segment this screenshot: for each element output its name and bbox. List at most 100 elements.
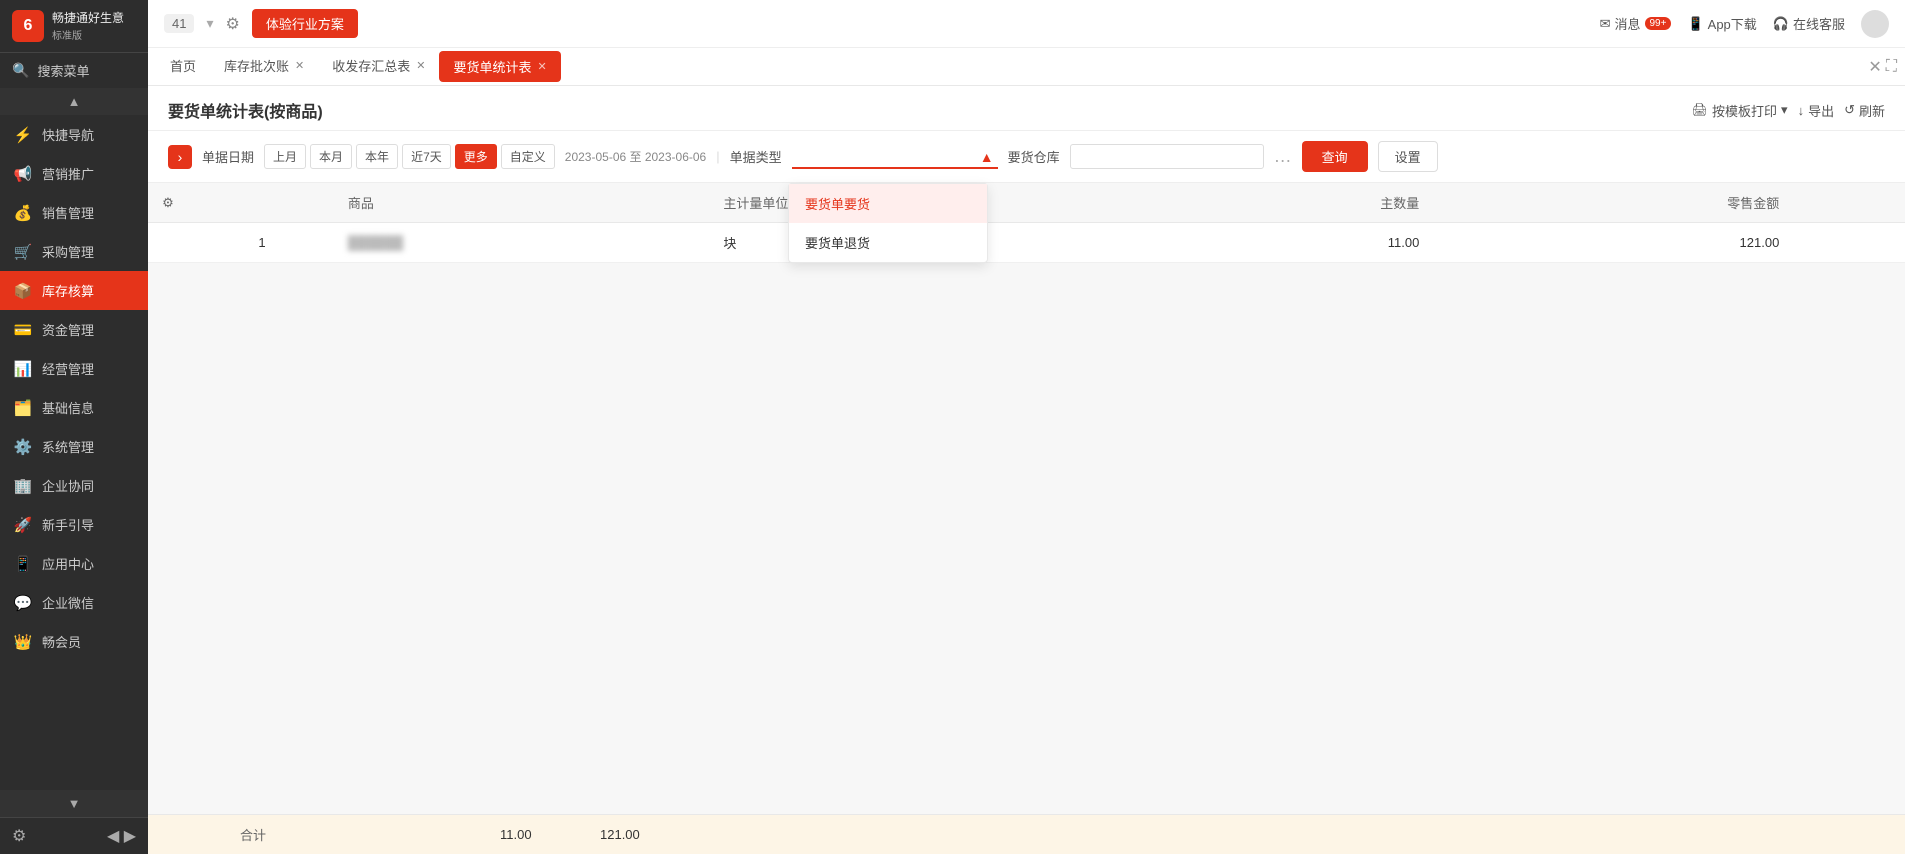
sidebar-item-label: 资金管理	[42, 320, 94, 339]
sidebar-item-purchase[interactable]: 🛒采购管理	[0, 232, 148, 271]
type-filter-input[interactable]	[792, 144, 998, 169]
date-btn-2[interactable]: 本年	[356, 144, 398, 169]
app-download-btn[interactable]: 📱 App下载	[1687, 14, 1756, 33]
sidebar-basic-info-icon: 🗂️	[12, 399, 34, 417]
warehouse-filter-input[interactable]	[1070, 144, 1264, 169]
row-amount: 121.00	[1431, 223, 1791, 263]
row-index: 1	[188, 223, 336, 263]
brand-edition: 标准版	[52, 27, 124, 42]
sidebar-search[interactable]: 🔍 搜索菜单	[0, 53, 148, 88]
col-amount: 零售金额	[1431, 183, 1791, 223]
sidebar-item-label: 畅会员	[42, 632, 81, 651]
tab-close-icon[interactable]: ✕	[416, 59, 425, 72]
sidebar-operations-icon: 📊	[12, 360, 34, 378]
table-header-row: ⚙ 商品 主计量单位 主数量 零售金额	[148, 183, 1905, 223]
date-more-btn[interactable]: 更多	[455, 144, 497, 169]
sidebar-item-label: 经营管理	[42, 359, 94, 378]
tab-inventory-batch[interactable]: 库存批次账✕	[210, 50, 318, 83]
app-download-icon: 📱	[1687, 16, 1703, 32]
tab-close-icon[interactable]: ✕	[538, 60, 547, 73]
tab-home[interactable]: 首页	[156, 50, 210, 83]
settings-icon[interactable]: ⚙	[12, 826, 26, 846]
type-filter-chevron[interactable]: ▲	[980, 149, 994, 165]
refresh-btn[interactable]: ↺ 刷新	[1844, 101, 1885, 120]
query-button[interactable]: 查询	[1302, 141, 1368, 172]
sidebar-member-icon: 👑	[12, 633, 34, 651]
sidebar-item-label: 应用中心	[42, 554, 94, 573]
topbar: 41 ▾ ⚙ 体验行业方案 ✉ 消息 99+ 📱 App下载 🎧 在线客服	[148, 0, 1905, 48]
table-area: ⚙ 商品 主计量单位 主数量 零售金额 1 ██████ 块 11.00 121…	[148, 183, 1905, 814]
brand-name: 畅捷通好生意	[52, 10, 124, 27]
export-icon: ↓	[1798, 103, 1805, 118]
sidebar-finance-icon: 💳	[12, 321, 34, 339]
tab-label: 收发存汇总表	[332, 56, 410, 75]
sidebar-item-wechat[interactable]: 💬企业微信	[0, 583, 148, 622]
user-avatar[interactable]	[1861, 10, 1889, 38]
sidebar-item-label: 企业微信	[42, 593, 94, 612]
sidebar-search-label: 搜索菜单	[37, 61, 89, 80]
sidebar-item-enterprise[interactable]: 🏢企业协同	[0, 466, 148, 505]
sidebar-footer: ⚙ ◀ ▶	[0, 817, 148, 854]
tab-count-chevron[interactable]: ▾	[206, 15, 213, 32]
sidebar-item-sales[interactable]: 💰销售管理	[0, 193, 148, 232]
topbar-left: 41 ▾ ⚙ 体验行业方案	[164, 9, 358, 38]
sidebar-item-basic-info[interactable]: 🗂️基础信息	[0, 388, 148, 427]
sidebar-purchase-icon: 🛒	[12, 243, 34, 261]
topbar-right: ✉ 消息 99+ 📱 App下载 🎧 在线客服	[1600, 10, 1889, 38]
row-settings	[148, 223, 188, 263]
dropdown-item-requisition-return[interactable]: 要货单退货	[789, 223, 987, 262]
sidebar-item-system[interactable]: ⚙️系统管理	[0, 427, 148, 466]
table-body: 1 ██████ 块 11.00 121.00	[148, 223, 1905, 263]
sidebar-item-inventory[interactable]: 📦 库存核算	[0, 271, 148, 310]
sidebar-item-finance[interactable]: 💳 资金管理	[0, 310, 148, 349]
tab-close-icon[interactable]: ✕	[295, 59, 304, 72]
collapse-sidebar-icon[interactable]: ◀ ▶	[107, 826, 136, 846]
online-service-btn[interactable]: 🎧 在线客服	[1773, 14, 1845, 33]
date-btn-0[interactable]: 上月	[264, 144, 306, 169]
sidebar-item-label: 库存核算	[42, 281, 94, 300]
messages-btn[interactable]: ✉ 消息 99+	[1600, 14, 1672, 33]
sidebar-nav: ⚡快捷导航📢营销推广💰销售管理🛒采购管理 📦 库存核算 💳 资金管理 📊 经营管理 🗂️基础信…	[0, 115, 148, 790]
sidebar-item-quick-nav[interactable]: ⚡快捷导航	[0, 115, 148, 154]
sidebar-system-icon: ⚙️	[12, 438, 34, 456]
page-header-actions: 🖨 按模板打印 ▾ ↓ 导出 ↺ 刷新	[1692, 101, 1886, 120]
data-table: ⚙ 商品 主计量单位 主数量 零售金额 1 ██████ 块 11.00 121…	[148, 183, 1905, 263]
date-btn-3[interactable]: 近7天	[402, 144, 451, 169]
promo-button[interactable]: 体验行业方案	[252, 9, 358, 38]
dropdown-item-requisition-order[interactable]: 要货单要货	[789, 184, 987, 223]
print-template-btn[interactable]: 🖨 按模板打印 ▾	[1692, 101, 1788, 120]
col-product: 商品	[336, 183, 711, 223]
sidebar-item-marketing[interactable]: 📢营销推广	[0, 154, 148, 193]
messages-label: 消息	[1614, 14, 1640, 33]
sidebar-app-center-icon: 📱	[12, 555, 34, 573]
tab-receivable-summary[interactable]: 收发存汇总表 ✕	[318, 50, 439, 83]
date-btn-1[interactable]: 本月	[310, 144, 352, 169]
sidebar-item-member[interactable]: 👑 畅会员	[0, 622, 148, 661]
sidebar-scroll-up[interactable]: ▲	[0, 88, 148, 115]
sidebar-item-guide[interactable]: 🚀新手引导	[0, 505, 148, 544]
search-icon: 🔍	[12, 62, 29, 79]
message-icon: ✉	[1600, 16, 1611, 32]
row-product: ██████	[336, 223, 711, 263]
expand-filter-btn[interactable]: ›	[168, 145, 192, 169]
type-dropdown: 要货单要货要货单退货	[788, 183, 988, 263]
fullscreen-icon[interactable]: ⛶	[1886, 58, 1897, 76]
close-all-tabs-icon[interactable]: ✕	[1868, 57, 1881, 77]
date-custom-btn[interactable]: 自定义	[501, 144, 555, 169]
sidebar-item-app-center[interactable]: 📱 应用中心	[0, 544, 148, 583]
refresh-icon: ↺	[1844, 102, 1855, 118]
table-settings-col[interactable]: ⚙	[148, 183, 188, 223]
col-spacer	[1791, 183, 1905, 223]
more-filter-dots[interactable]: …	[1274, 146, 1292, 167]
tab-requisition-stats[interactable]: 要货单统计表✕	[439, 51, 560, 82]
sidebar-item-operations[interactable]: 📊 经营管理	[0, 349, 148, 388]
topbar-settings-icon[interactable]: ⚙	[226, 14, 240, 34]
filter-settings-button[interactable]: 设置	[1378, 141, 1438, 172]
sidebar-scroll-down[interactable]: ▼	[0, 790, 148, 817]
print-icon: 🖨	[1692, 102, 1709, 118]
type-filter-label: 单据类型	[730, 147, 782, 166]
export-btn[interactable]: ↓ 导出	[1798, 101, 1835, 120]
tab-label: 首页	[170, 56, 196, 75]
sidebar-inventory-icon: 📦	[12, 282, 34, 300]
sidebar-item-label: 新手引导	[42, 515, 94, 534]
